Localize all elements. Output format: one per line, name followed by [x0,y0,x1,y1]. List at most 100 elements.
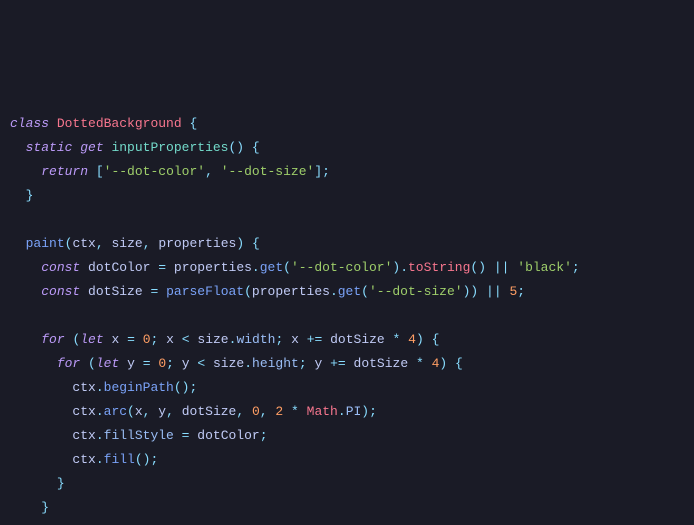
dot: . [400,260,408,275]
semicolon: ; [150,452,158,467]
code-line: const dotSize = parseFloat ( properties.ge… [10,284,525,299]
identifier: dotColor [197,428,259,443]
code-line: return ['--dot-color', '--dot-size']; [10,164,330,179]
code-line: static get inputProperties() { [10,140,260,155]
method-name: paint [26,236,65,251]
number: 0 [158,356,166,371]
identifier: y [158,404,166,419]
identifier: ctx [72,452,95,467]
brace: } [57,476,65,491]
identifier: size [197,332,228,347]
comma: , [236,404,244,419]
operator: < [182,332,190,347]
number: 0 [252,404,260,419]
semicolon: ; [260,428,268,443]
keyword-let: let [96,356,119,371]
param: ctx [72,236,95,251]
paren: ) [236,236,244,251]
code-line: } [10,476,65,491]
identifier: x [166,332,174,347]
class-name: Math [307,404,338,419]
keyword-const: const [41,260,80,275]
brace: { [252,140,260,155]
semicolon: ; [322,164,330,179]
property: width [236,332,275,347]
keyword-static: static [26,140,73,155]
identifier: ctx [72,428,95,443]
parens: () [470,260,486,275]
brace: { [455,356,463,371]
semicolon: ; [151,332,159,347]
parens: )) [463,284,479,299]
parens: () [174,380,190,395]
operator: || [486,284,502,299]
semicolon: ; [369,404,377,419]
number: 4 [408,332,416,347]
operator: < [197,356,205,371]
code-line: paint(ctx, size, properties) { [10,236,260,251]
comma: , [166,404,174,419]
identifier: x [111,332,119,347]
operator: += [307,332,323,347]
code-block: class DottedBackground { static get inpu… [10,112,684,525]
identifier: dotSize [330,332,385,347]
paren: ( [127,404,135,419]
semicolon: ; [189,380,197,395]
bracket: [ [96,164,104,179]
brace: { [432,332,440,347]
method: beginPath [104,380,174,395]
brace: { [252,236,260,251]
param: properties [158,236,236,251]
string: 'black' [517,260,572,275]
code-line: } [10,188,33,203]
identifier: properties [252,284,330,299]
code-line: for (let y = 0; y < size.height; y += do… [10,356,463,371]
keyword-const: const [41,284,80,299]
bracket: ] [314,164,322,179]
string: '--dot-size' [369,284,463,299]
identifier: x [291,332,299,347]
dot: . [96,404,104,419]
identifier: dotSize [88,284,143,299]
operator: = [150,284,158,299]
operator: * [393,332,401,347]
operator: * [416,356,424,371]
property: PI [346,404,362,419]
brace: } [26,188,34,203]
identifier: size [213,356,244,371]
comma: , [96,236,104,251]
comma: , [143,404,151,419]
keyword-return: return [41,164,88,179]
dot: . [330,284,338,299]
identifier: properties [174,260,252,275]
parens: () [135,452,151,467]
code-line: ctx.arc(x, y, dotSize, 0, 2 * Math.PI); [10,404,377,419]
identifier: y [182,356,190,371]
operator: || [494,260,510,275]
paren: ( [361,284,369,299]
paren: ( [88,356,96,371]
code-line: } [10,500,49,515]
class-name: DottedBackground [57,116,182,131]
function: parseFloat [166,284,244,299]
code-line: class DottedBackground { [10,116,197,131]
code-line: const dotColor = properties.get('--dot-c… [10,260,580,275]
property-accessor: inputProperties [111,140,228,155]
keyword-let: let [80,332,103,347]
operator: = [127,332,135,347]
method: arc [104,404,127,419]
string: '--dot-color' [104,164,205,179]
semicolon: ; [166,356,174,371]
method: get [338,284,361,299]
code-line: for (let x = 0; x < size.width; x += dot… [10,332,439,347]
brace: } [41,500,49,515]
method: toString [408,260,470,275]
code-line: ctx.fillStyle = dotColor; [10,428,268,443]
keyword-class: class [10,116,49,131]
identifier: dotColor [88,260,150,275]
semicolon: ; [299,356,307,371]
semicolon: ; [275,332,283,347]
keyword-for: for [41,332,64,347]
param: size [111,236,142,251]
paren: ) [439,356,447,371]
